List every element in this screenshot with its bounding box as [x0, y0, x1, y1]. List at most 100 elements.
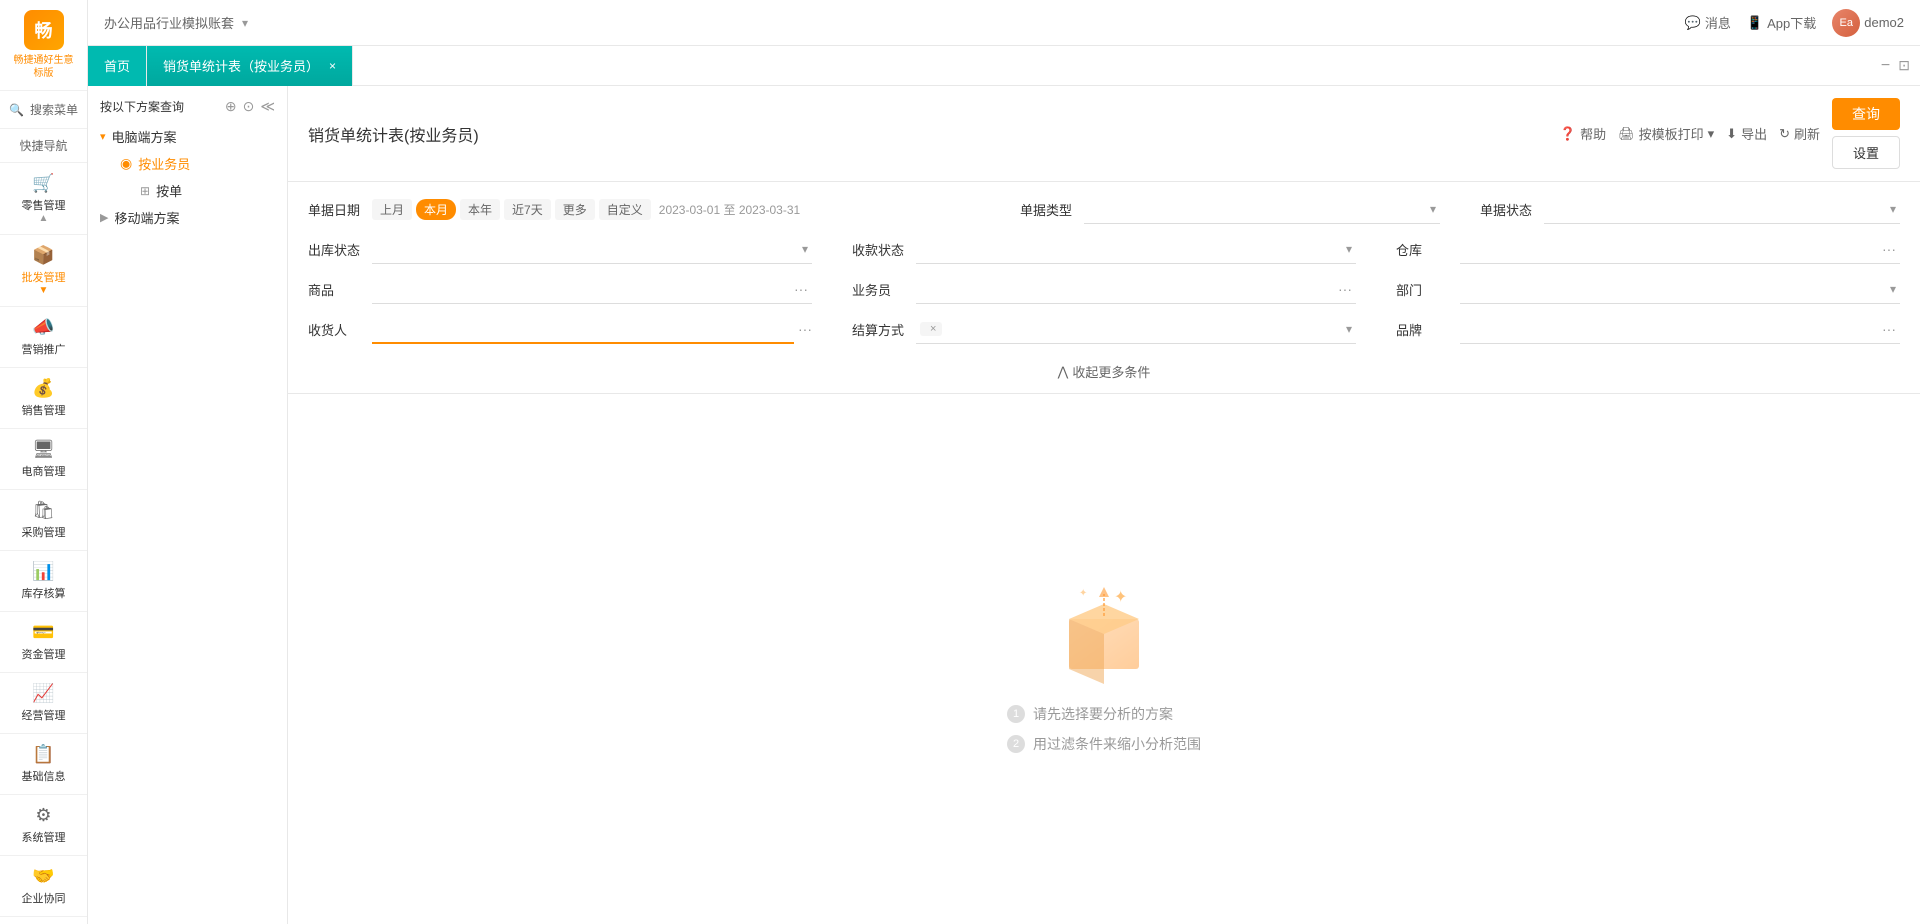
refresh-btn[interactable]: ↻ 刷新 — [1779, 124, 1820, 143]
filter-brand: 品牌 ··· — [1396, 314, 1900, 344]
sidebar-item-marketing[interactable]: 📣 营销推广 — [0, 307, 87, 368]
date-range-text: 2023-03-01 至 2023-03-31 — [659, 201, 800, 218]
message-btn[interactable]: 💬 消息 — [1685, 13, 1731, 32]
order-label: 按单 — [156, 181, 182, 200]
date-chip-this-year[interactable]: 本年 — [460, 199, 500, 220]
query-settings-group: 查询 设置 — [1832, 98, 1900, 169]
svg-text:✦: ✦ — [1114, 589, 1127, 606]
maximize-icon[interactable]: ⊡ — [1898, 57, 1910, 74]
mobile-expand-icon: ▶ — [100, 211, 108, 224]
filter-stock-status: 出库状态 ▾ — [308, 234, 812, 264]
filter-warehouse: 仓库 ··· — [1396, 234, 1900, 264]
department-select[interactable]: ▾ — [1460, 274, 1900, 304]
marketing-icon: 📣 — [32, 317, 54, 338]
content-area: 按以下方案查询 ⊕ ⊙ ≪ ▾ 电脑端方案 ◉ 按业务员 ⊞ — [88, 86, 1920, 924]
retail-expand: ▲ — [39, 213, 49, 224]
department-dropdown-icon: ▾ — [1890, 282, 1896, 296]
filter-consignee: 收货人 ··· — [308, 314, 812, 344]
collapse-more-btn[interactable]: ⋀ 收起更多条件 — [308, 354, 1900, 389]
sidebar-item-enterprise[interactable]: 🤝 企业协同 — [0, 856, 87, 917]
doc-type-select[interactable]: ▾ — [1084, 194, 1440, 224]
inventory-icon: 📊 — [32, 561, 54, 582]
tree-item-mobile[interactable]: ▶ 移动端方案 — [88, 204, 287, 231]
date-chip-last-month[interactable]: 上月 — [372, 199, 412, 220]
sidebar-item-newbie[interactable]: 🎓 新手引导 — [0, 917, 87, 924]
minimize-icon[interactable]: − — [1881, 57, 1890, 75]
tree-sub-item-by-salesperson[interactable]: ◉ 按业务员 — [88, 150, 287, 177]
sidebar-item-basic[interactable]: 📋 基础信息 — [0, 734, 87, 795]
sidebar-item-wholesale[interactable]: 📦 批发管理 ▼ — [0, 235, 87, 307]
product-dots-icon[interactable]: ··· — [794, 281, 808, 297]
tab-sales-report[interactable]: 销货单统计表（按业务员） × — [147, 46, 353, 86]
shortcut-nav[interactable]: 快捷导航 — [0, 129, 87, 163]
empty-text: 1 请先选择要分析的方案 2 用过滤条件来缩小分析范围 — [1007, 704, 1201, 754]
filter-row-4: 收货人 ··· 结算方式 × ▾ — [308, 314, 1900, 344]
user-avatar-btn[interactable]: Ea demo2 — [1832, 9, 1904, 37]
filter-department: 部门 ▾ — [1396, 274, 1900, 304]
query-button[interactable]: 查询 — [1832, 98, 1900, 130]
tree-item-desktop[interactable]: ▾ 电脑端方案 — [88, 123, 287, 150]
sidebar-item-finance[interactable]: 💳 资金管理 — [0, 612, 87, 673]
date-chip-this-month[interactable]: 本月 — [416, 199, 456, 220]
download-icon: 📱 — [1747, 15, 1763, 31]
stock-status-select[interactable]: ▾ — [372, 234, 812, 264]
filter-product: 商品 ··· — [308, 274, 812, 304]
add-scheme-icon[interactable]: ⊕ — [225, 98, 237, 115]
help-btn[interactable]: ❓ 帮助 — [1560, 124, 1606, 143]
wholesale-expand: ▼ — [39, 285, 49, 296]
doc-status-select[interactable]: ▾ — [1544, 194, 1900, 224]
settlement-dropdown-icon: ▾ — [1346, 322, 1352, 336]
sidebar-item-retail[interactable]: 🛒 零售管理 ▲ — [0, 163, 87, 235]
page-title: 销货单统计表(按业务员) — [308, 122, 479, 146]
settlement-select[interactable]: × ▾ — [916, 314, 1356, 344]
export-btn[interactable]: ⬇ 导出 — [1726, 124, 1767, 143]
settings-scheme-icon[interactable]: ⊙ — [243, 98, 255, 115]
filter-payment-status: 收款状态 ▾ — [852, 234, 1356, 264]
page-header-actions: ❓ 帮助 🖨 按模板打印 ▾ ⬇ 导出 ↻ 刷新 — [1560, 98, 1900, 169]
tree-sub-sub-item-by-order[interactable]: ⊞ 按单 — [88, 177, 287, 204]
tab-close-icon[interactable]: × — [329, 59, 336, 73]
sidebar-item-sales[interactable]: 💰 销售管理 — [0, 368, 87, 429]
filter-row-1: 单据日期 上月 本月 本年 近7天 更多 自定义 2023-03-01 至 20… — [308, 194, 1900, 224]
warehouse-dots-icon[interactable]: ··· — [1882, 241, 1896, 257]
template-print-btn[interactable]: 🖨 按模板打印 ▾ — [1618, 124, 1714, 143]
basic-icon: 📋 — [32, 744, 54, 765]
tab-home[interactable]: 首页 — [88, 46, 147, 86]
collapse-icon: ⋀ — [1058, 364, 1069, 380]
order-icon: ⊞ — [140, 184, 150, 198]
retail-icon: 🛒 — [32, 173, 54, 194]
product-select[interactable]: ··· — [372, 274, 812, 304]
breadcrumb-dropdown-icon[interactable]: ▾ — [242, 16, 248, 30]
consignee-input[interactable] — [372, 314, 794, 344]
settings-button[interactable]: 设置 — [1832, 136, 1900, 169]
settlement-tag-remove[interactable]: × — [930, 323, 936, 335]
filter-date: 单据日期 上月 本月 本年 近7天 更多 自定义 2023-03-01 至 20… — [308, 199, 980, 220]
empty-hint-1: 1 请先选择要分析的方案 — [1007, 704, 1201, 724]
sidebar-item-operations[interactable]: 📈 经营管理 — [0, 673, 87, 734]
sidebar-item-purchase[interactable]: 🛍 采购管理 — [0, 490, 87, 551]
filter-doc-status: 单据状态 ▾ — [1480, 194, 1900, 224]
salesperson-bullet-icon: ◉ — [120, 155, 132, 172]
date-chip-last7[interactable]: 近7天 — [504, 199, 551, 220]
avatar: Ea — [1832, 9, 1860, 37]
filter-settlement: 结算方式 × ▾ — [852, 314, 1356, 344]
filter-doc-type: 单据类型 ▾ — [1020, 194, 1440, 224]
top-bar: 办公用品行业模拟账套 ▾ 💬 消息 📱 App下载 Ea demo2 — [88, 0, 1920, 46]
brand-dots-icon[interactable]: ··· — [1882, 321, 1896, 337]
sidebar-item-system[interactable]: ⚙ 系统管理 — [0, 795, 87, 856]
consignee-dots-icon[interactable]: ··· — [798, 321, 812, 337]
page-header: 销货单统计表(按业务员) ❓ 帮助 🖨 按模板打印 ▾ ⬇ 导出 — [288, 86, 1920, 182]
warehouse-select[interactable]: ··· — [1460, 234, 1900, 264]
payment-status-select[interactable]: ▾ — [916, 234, 1356, 264]
sidebar-item-inventory[interactable]: 📊 库存核算 — [0, 551, 87, 612]
sidebar-item-ecommerce[interactable]: 🖥 电商管理 — [0, 429, 87, 490]
date-chip-custom[interactable]: 自定义 — [599, 199, 651, 220]
date-chip-more[interactable]: 更多 — [555, 199, 595, 220]
logo-area: 畅 畅捷通好生意标版 — [0, 0, 87, 91]
app-download-btn[interactable]: 📱 App下载 — [1747, 13, 1816, 32]
salesperson-dots-icon[interactable]: ··· — [1338, 281, 1352, 297]
search-menu[interactable]: 🔍 搜索菜单 — [0, 91, 87, 129]
salesperson-select[interactable]: ··· — [916, 274, 1356, 304]
collapse-panel-icon[interactable]: ≪ — [260, 98, 275, 115]
brand-select[interactable]: ··· — [1460, 314, 1900, 344]
